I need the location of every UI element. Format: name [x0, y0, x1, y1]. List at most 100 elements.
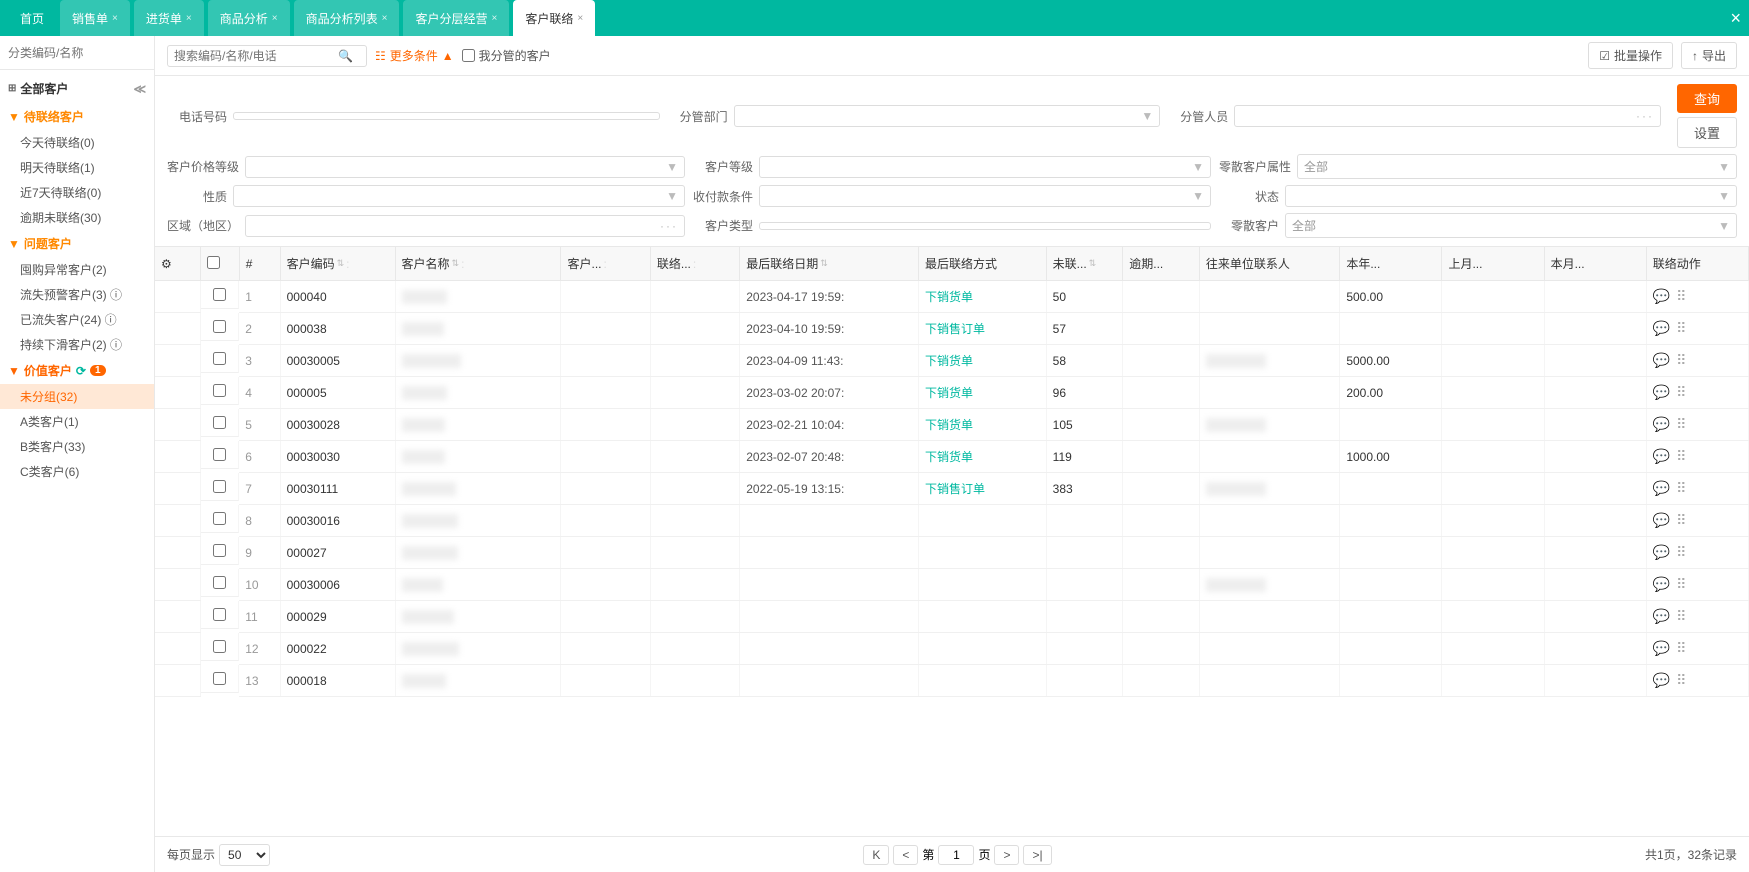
- sidebar-item-class-a[interactable]: A类客户(1): [0, 409, 154, 434]
- more-action-icon[interactable]: ⠿: [1676, 576, 1686, 593]
- contact-icon[interactable]: 💬: [1653, 608, 1670, 625]
- contact-icon[interactable]: 💬: [1653, 448, 1670, 465]
- sidebar-search-input[interactable]: [8, 46, 155, 60]
- my-customers-checkbox[interactable]: 我分管的客户: [462, 47, 551, 64]
- row-last-method[interactable]: [918, 537, 1046, 569]
- row-checkbox[interactable]: [213, 576, 226, 589]
- contact-icon[interactable]: 💬: [1653, 672, 1670, 689]
- page-number-input[interactable]: [938, 845, 974, 865]
- sidebar-collapse-button[interactable]: ≪: [133, 82, 146, 96]
- col-last-month[interactable]: 上月...: [1442, 247, 1544, 281]
- row-check[interactable]: [201, 473, 239, 501]
- tab-purchase-close[interactable]: ×: [186, 13, 192, 24]
- contact-icon[interactable]: 💬: [1653, 288, 1670, 305]
- last-method-link[interactable]: 下销货单: [925, 354, 973, 368]
- tab-purchase[interactable]: 进货单 ×: [134, 0, 204, 36]
- row-checkbox[interactable]: [213, 672, 226, 685]
- tab-sales-close[interactable]: ×: [112, 13, 118, 24]
- more-action-icon[interactable]: ⠿: [1676, 640, 1686, 657]
- row-checkbox[interactable]: [213, 544, 226, 557]
- row-checkbox[interactable]: [213, 288, 226, 301]
- last-method-link[interactable]: 下销货单: [925, 386, 973, 400]
- sidebar-group-problem[interactable]: ▼ 问题客户: [0, 230, 154, 257]
- col-overdue[interactable]: 逾期...: [1123, 247, 1200, 281]
- last-method-link[interactable]: 下销售订单: [925, 482, 985, 496]
- sidebar-item-class-b[interactable]: B类客户(33): [0, 434, 154, 459]
- row-check[interactable]: [201, 281, 239, 309]
- next-page-button[interactable]: >: [994, 845, 1019, 865]
- sidebar-item-today-pending[interactable]: 今天待联络(0): [0, 130, 154, 155]
- row-last-method[interactable]: 下销货单: [918, 345, 1046, 377]
- last-page-button[interactable]: >|: [1023, 845, 1051, 865]
- dept-input[interactable]: ▼: [734, 105, 1161, 127]
- retail-customer-input[interactable]: 全部 ▼: [1285, 213, 1737, 238]
- per-page-select[interactable]: 50 20 100: [219, 844, 270, 866]
- row-last-method[interactable]: [918, 633, 1046, 665]
- last-method-link[interactable]: 下销货单: [925, 418, 973, 432]
- more-action-icon[interactable]: ⠿: [1676, 608, 1686, 625]
- row-checkbox[interactable]: [213, 480, 226, 493]
- sidebar-item-declining[interactable]: 持续下滑客户(2) ⓘ: [0, 332, 154, 357]
- row-checkbox[interactable]: [213, 512, 226, 525]
- more-action-icon[interactable]: ⠿: [1676, 544, 1686, 561]
- row-last-method[interactable]: [918, 569, 1046, 601]
- row-last-method[interactable]: [918, 505, 1046, 537]
- sidebar-item-overdue-pending[interactable]: 逾期未联络(30): [0, 205, 154, 230]
- sidebar-group-value[interactable]: ▼ 价值客户 ⟳ 1: [0, 357, 154, 384]
- row-last-method[interactable]: [918, 601, 1046, 633]
- tab-customer-segment[interactable]: 客户分层经营 ×: [403, 0, 509, 36]
- sidebar-item-unclassified[interactable]: 未分组(32): [0, 384, 154, 409]
- row-checkbox[interactable]: [213, 352, 226, 365]
- tab-home[interactable]: 首页: [8, 0, 56, 36]
- first-page-button[interactable]: K: [863, 845, 889, 865]
- col-this-month[interactable]: 本月...: [1544, 247, 1646, 281]
- row-last-method[interactable]: 下销货单: [918, 281, 1046, 313]
- more-action-icon[interactable]: ⠿: [1676, 512, 1686, 529]
- row-last-method[interactable]: 下销货单: [918, 441, 1046, 473]
- tab-analysis-list[interactable]: 商品分析列表 ×: [294, 0, 400, 36]
- contact-icon[interactable]: 💬: [1653, 320, 1670, 337]
- row-checkbox[interactable]: [213, 384, 226, 397]
- more-action-icon[interactable]: ⠿: [1676, 320, 1686, 337]
- contact-icon[interactable]: 💬: [1653, 640, 1670, 657]
- prev-page-button[interactable]: <: [893, 845, 918, 865]
- col-last-method[interactable]: 最后联络方式: [918, 247, 1046, 281]
- row-check[interactable]: [201, 665, 239, 693]
- more-action-icon[interactable]: ⠿: [1676, 352, 1686, 369]
- sidebar-all-customers[interactable]: ⊞ 全部客户 ≪: [0, 74, 154, 103]
- query-button[interactable]: 查询: [1677, 84, 1737, 113]
- row-checkbox[interactable]: [213, 640, 226, 653]
- more-action-icon[interactable]: ⠿: [1676, 480, 1686, 497]
- row-checkbox[interactable]: [213, 608, 226, 621]
- row-last-method[interactable]: 下销售订单: [918, 473, 1046, 505]
- row-check[interactable]: [201, 537, 239, 565]
- row-check[interactable]: [201, 409, 239, 437]
- more-action-icon[interactable]: ⠿: [1676, 416, 1686, 433]
- sidebar-item-lost[interactable]: 已流失客户(24) ⓘ: [0, 307, 154, 332]
- contact-icon[interactable]: 💬: [1653, 384, 1670, 401]
- more-action-icon[interactable]: ⠿: [1676, 672, 1686, 689]
- last-method-link[interactable]: 下销货单: [925, 290, 973, 304]
- nature-input[interactable]: ▼: [233, 185, 685, 207]
- contact-icon[interactable]: 💬: [1653, 352, 1670, 369]
- refresh-value-icon[interactable]: ⟳: [76, 364, 86, 378]
- row-check[interactable]: [201, 505, 239, 533]
- payment-input[interactable]: ▼: [759, 185, 1211, 207]
- sidebar-item-7day-pending[interactable]: 近7天待联络(0): [0, 180, 154, 205]
- col-settings[interactable]: ⚙: [155, 247, 201, 281]
- tab-customer-contact-close[interactable]: ×: [577, 13, 583, 24]
- contact-icon[interactable]: 💬: [1653, 480, 1670, 497]
- region-input[interactable]: ···: [245, 215, 685, 237]
- last-method-link[interactable]: 下销售订单: [925, 322, 985, 336]
- row-check[interactable]: [201, 441, 239, 469]
- more-action-icon[interactable]: ⠿: [1676, 384, 1686, 401]
- main-search-icon[interactable]: 🔍: [338, 49, 353, 63]
- sidebar-item-abnormal[interactable]: 囤购异常客户(2): [0, 257, 154, 282]
- phone-input[interactable]: [233, 112, 660, 120]
- manager-input[interactable]: ···: [1234, 105, 1661, 127]
- row-checkbox[interactable]: [213, 416, 226, 429]
- row-check[interactable]: [201, 377, 239, 405]
- row-check[interactable]: [201, 345, 239, 373]
- more-action-icon[interactable]: ⠿: [1676, 448, 1686, 465]
- more-action-icon[interactable]: ⠿: [1676, 288, 1686, 305]
